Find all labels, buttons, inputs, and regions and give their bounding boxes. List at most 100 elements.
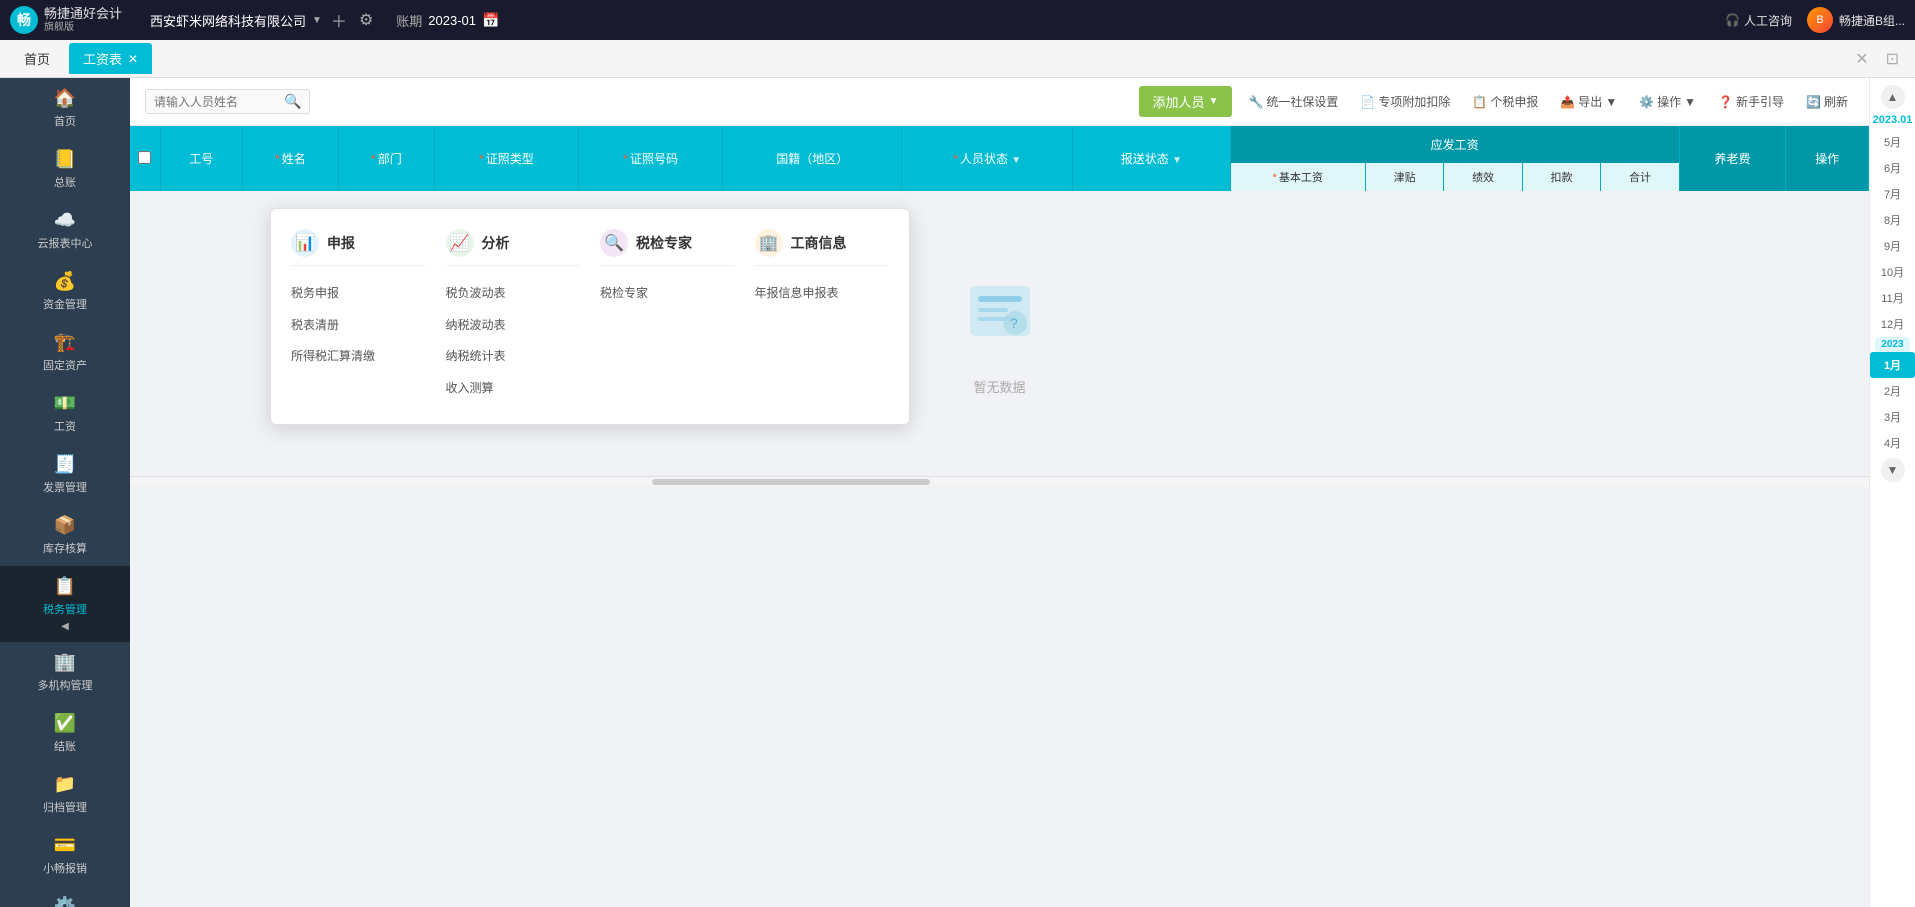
cloud-icon: ☁️ bbox=[54, 210, 76, 231]
menu-item-tax-fluctuation2[interactable]: 纳税波动表 bbox=[446, 310, 581, 342]
tab-salary-table[interactable]: 工资表 ✕ bbox=[69, 43, 152, 74]
timeline-month-7[interactable]: 7月 bbox=[1870, 181, 1915, 207]
shenbao-icon: 📊 bbox=[291, 229, 319, 257]
data-table: 工号 *姓名 *部门 *证照类型 *证照号码 国籍（地区） *人员状态 ▼ 报送… bbox=[130, 126, 1869, 191]
unified-social-button[interactable]: 🔧 统一社保设置 bbox=[1242, 89, 1344, 114]
settings-icon[interactable]: ⚙ bbox=[356, 7, 376, 33]
logo-icon: 畅 bbox=[10, 6, 38, 34]
sidebar-item-fixed-assets[interactable]: 🏗️ 固定资产 bbox=[0, 322, 130, 383]
sidebar-item-tax[interactable]: 📋 税务管理 ◀ bbox=[0, 566, 130, 642]
calendar-icon[interactable]: 📅 bbox=[482, 12, 499, 29]
sidebar-item-xiaochang[interactable]: 💳 小畅报销 bbox=[0, 825, 130, 886]
tax-icon: 📋 bbox=[54, 576, 76, 597]
column-number: 工号 bbox=[160, 126, 243, 191]
menu-item-tax-declaration[interactable]: 税务申报 bbox=[291, 278, 426, 310]
timeline-month-12[interactable]: 12月 bbox=[1870, 311, 1915, 337]
sidebar-item-closing[interactable]: ✅ 结账 bbox=[0, 703, 130, 764]
sidebar-item-basic-settings[interactable]: ⚙️ 基础设置 bbox=[0, 886, 130, 907]
menu-item-income-tax[interactable]: 所得税汇算清缴 bbox=[291, 341, 426, 373]
sidebar-item-inventory[interactable]: 📦 库存核算 bbox=[0, 505, 130, 566]
special-deduct-icon: 📄 bbox=[1360, 95, 1375, 109]
timeline-month-6[interactable]: 6月 bbox=[1870, 155, 1915, 181]
menu-item-tax-fluctuation[interactable]: 税负波动表 bbox=[446, 278, 581, 310]
timeline-down-button[interactable]: ▼ bbox=[1881, 458, 1905, 482]
tab-home[interactable]: 首页 bbox=[10, 43, 64, 74]
timeline-month-11[interactable]: 11月 bbox=[1870, 285, 1915, 311]
timeline-up-button[interactable]: ▲ bbox=[1881, 85, 1905, 109]
sub-column-allowance: 津贴 bbox=[1365, 163, 1443, 191]
column-checkbox[interactable] bbox=[130, 126, 160, 191]
user-area[interactable]: B 畅捷通B组... bbox=[1807, 7, 1905, 33]
company-area[interactable]: 西安虾米网络科技有限公司 ▼ ＋ ⚙ bbox=[150, 5, 376, 35]
home-tab-label: 首页 bbox=[24, 49, 50, 68]
right-panel: ▲ 2023.01 5月 6月 7月 8月 9月 10月 11月 12月 202… bbox=[1869, 78, 1915, 907]
timeline-month-1[interactable]: 1月 bbox=[1870, 352, 1915, 378]
basic-settings-icon: ⚙️ bbox=[54, 896, 76, 907]
menu-section-fenxi: 📈 分析 税负波动表 纳税波动表 纳税统计表 收入测算 bbox=[446, 229, 581, 404]
main-layout: 🏠 首页 📒 总账 ☁️ 云报表中心 💰 资金管理 🏗️ 固定资产 💵 工资 🧾… bbox=[0, 78, 1915, 907]
salary-icon: 💵 bbox=[54, 393, 76, 414]
filter-icon[interactable]: ▼ bbox=[1011, 155, 1021, 166]
sub-column-total: 合计 bbox=[1601, 163, 1679, 191]
sidebar-item-cloud-report[interactable]: ☁️ 云报表中心 bbox=[0, 200, 130, 261]
personal-tax-button[interactable]: 📋 个税申报 bbox=[1466, 89, 1544, 114]
sidebar-item-archive[interactable]: 📁 归档管理 bbox=[0, 764, 130, 825]
operation-button[interactable]: ⚙️ 操作 ▼ bbox=[1633, 89, 1702, 114]
column-dept: *部门 bbox=[338, 126, 434, 191]
xiaochang-icon: 💳 bbox=[54, 835, 76, 856]
window-close-button[interactable]: ✕ bbox=[1849, 47, 1874, 71]
window-restore-button[interactable]: ⊡ bbox=[1880, 47, 1905, 71]
invoice-icon: 🧾 bbox=[54, 454, 76, 475]
menu-item-annual-report[interactable]: 年报信息申报表 bbox=[755, 278, 890, 310]
tab-bar: 首页 工资表 ✕ ✕ ⊡ bbox=[0, 40, 1915, 78]
select-all-checkbox[interactable] bbox=[138, 151, 151, 164]
new-guide-button[interactable]: ❓ 新手引导 bbox=[1712, 89, 1790, 114]
ledger-icon: 📒 bbox=[54, 149, 76, 170]
export-button[interactable]: 📤 导出 ▼ bbox=[1554, 89, 1623, 114]
add-person-button[interactable]: 添加人员 ▼ bbox=[1139, 86, 1233, 117]
special-deduct-button[interactable]: 📄 专项附加扣除 bbox=[1354, 89, 1456, 114]
timeline-month-10[interactable]: 10月 bbox=[1870, 259, 1915, 285]
top-header: 畅 畅捷通好会计 旗舰版 西安虾米网络科技有限公司 ▼ ＋ ⚙ 账期 2023-… bbox=[0, 0, 1915, 40]
close-icon[interactable]: ✕ bbox=[128, 52, 138, 66]
sub-column-deduct: 扣款 bbox=[1522, 163, 1600, 191]
menu-item-tax-expert[interactable]: 税检专家 bbox=[600, 278, 735, 310]
timeline-month-9[interactable]: 9月 bbox=[1870, 233, 1915, 259]
bizinfo-icon: 🏢 bbox=[755, 229, 783, 257]
sidebar-item-invoice[interactable]: 🧾 发票管理 bbox=[0, 444, 130, 505]
report-filter-icon[interactable]: ▼ bbox=[1172, 155, 1182, 166]
sidebar-item-multi-org[interactable]: 🏢 多机构管理 bbox=[0, 642, 130, 703]
search-input[interactable] bbox=[154, 95, 284, 109]
bottom-scrollbar[interactable] bbox=[130, 476, 1869, 486]
column-id-num: *证照号码 bbox=[579, 126, 723, 191]
menu-section-shenbao: 📊 申报 税务申报 税表清册 所得税汇算清缴 bbox=[291, 229, 426, 404]
export-chevron-icon: ▼ bbox=[1605, 95, 1617, 109]
sidebar-item-fund[interactable]: 💰 资金管理 bbox=[0, 261, 130, 322]
refresh-button[interactable]: 🔄 刷新 bbox=[1800, 89, 1854, 114]
guide-icon: ❓ bbox=[1718, 95, 1733, 109]
operation-chevron-icon: ▼ bbox=[1684, 95, 1696, 109]
empty-icon: ? bbox=[960, 271, 1040, 365]
timeline-month-3[interactable]: 3月 bbox=[1870, 404, 1915, 430]
fenxi-icon: 📈 bbox=[446, 229, 474, 257]
menu-item-tax-table[interactable]: 税表清册 bbox=[291, 310, 426, 342]
menu-item-tax-stats[interactable]: 纳税统计表 bbox=[446, 341, 581, 373]
taxexpert-icon: 🔍 bbox=[600, 229, 628, 257]
timeline-month-4[interactable]: 4月 bbox=[1870, 430, 1915, 456]
add-company-button[interactable]: ＋ bbox=[328, 5, 350, 35]
timeline-month-5[interactable]: 5月 bbox=[1870, 129, 1915, 155]
add-btn-label: 添加人员 bbox=[1153, 92, 1205, 111]
column-region: 国籍（地区） bbox=[723, 126, 902, 191]
menu-section-taxexpert: 🔍 税检专家 税检专家 bbox=[600, 229, 735, 404]
chevron-down-icon: ▼ bbox=[1209, 96, 1219, 107]
sidebar-item-ledger[interactable]: 📒 总账 bbox=[0, 139, 130, 200]
menu-item-revenue-estimate[interactable]: 收入测算 bbox=[446, 373, 581, 405]
sidebar-item-salary[interactable]: 💵 工资 bbox=[0, 383, 130, 444]
sidebar-item-home[interactable]: 🏠 首页 bbox=[0, 78, 130, 139]
timeline-month-2[interactable]: 2月 bbox=[1870, 378, 1915, 404]
support-button[interactable]: 🎧 人工咨询 bbox=[1725, 12, 1792, 29]
avatar: B bbox=[1807, 7, 1833, 33]
prev-year-label: 2023.01 bbox=[1873, 111, 1913, 129]
timeline-month-8[interactable]: 8月 bbox=[1870, 207, 1915, 233]
column-id-type: *证照类型 bbox=[434, 126, 578, 191]
